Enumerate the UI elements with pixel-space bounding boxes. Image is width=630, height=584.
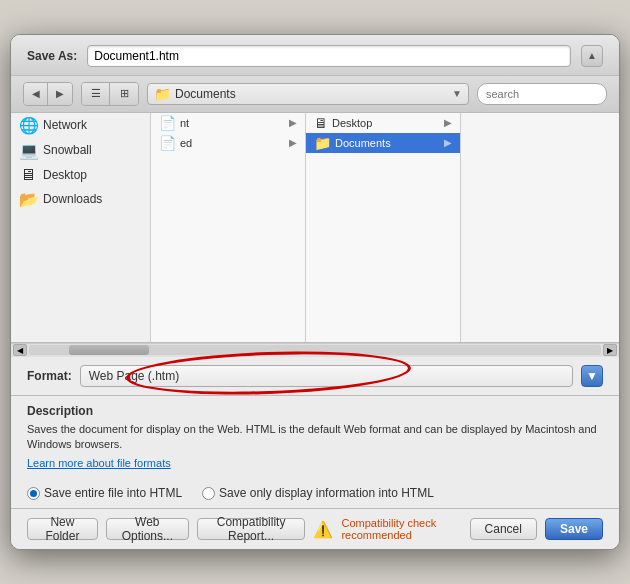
- file-icon: 📄: [159, 135, 176, 151]
- format-section: Format: Web Page (.htm) ▼: [11, 357, 619, 396]
- documents-col-icon: 📁: [314, 135, 331, 151]
- scroll-left-button[interactable]: ◀: [13, 344, 27, 356]
- downloads-icon: 📂: [19, 190, 37, 209]
- list-item[interactable]: 📄 ed ▶: [151, 133, 305, 153]
- column-2: 🖥 Desktop ▶ 📁 Documents ▶: [306, 113, 461, 342]
- file-browser: 🌐 Network 💻 Snowball 🖥 Desktop 📂 Downloa…: [11, 113, 619, 343]
- horizontal-scrollbar[interactable]: ◀ ▶: [11, 343, 619, 357]
- scroll-right-button[interactable]: ▶: [603, 344, 617, 356]
- save-as-label: Save As:: [27, 49, 77, 63]
- list-item[interactable]: 📄 nt ▶: [151, 113, 305, 133]
- location-text: Documents: [175, 87, 236, 101]
- sidebar-item-network[interactable]: 🌐 Network: [11, 113, 150, 138]
- options-row: Save entire file into HTML Save only dis…: [11, 478, 619, 508]
- new-folder-button[interactable]: New Folder: [27, 518, 98, 540]
- list-item[interactable]: 🖥 Desktop ▶: [306, 113, 460, 133]
- learn-more-link[interactable]: Learn more about file formats: [27, 457, 171, 469]
- format-dropdown-button[interactable]: ▼: [581, 365, 603, 387]
- sidebar-item-downloads[interactable]: 📂 Downloads: [11, 187, 150, 212]
- file-label: nt: [180, 117, 189, 129]
- format-row: Format: Web Page (.htm) ▼: [27, 365, 603, 387]
- compat-report-button[interactable]: Compatibility Report...: [197, 518, 306, 540]
- file-icon: 📄: [159, 115, 176, 131]
- arrow-icon: ▶: [289, 137, 297, 148]
- sidebar-label-snowball: Snowball: [43, 143, 92, 157]
- title-bar: Save As: ▲: [11, 35, 619, 76]
- arrow-icon: ▶: [444, 137, 452, 148]
- warning-icon: ⚠️: [313, 520, 333, 539]
- cancel-button[interactable]: Cancel: [470, 518, 537, 540]
- format-select[interactable]: Web Page (.htm): [80, 365, 573, 387]
- dropdown-arrow-icon: ▼: [586, 369, 598, 383]
- file-label: ed: [180, 137, 192, 149]
- sidebar-item-desktop[interactable]: 🖥 Desktop: [11, 163, 150, 187]
- scroll-thumb[interactable]: [69, 345, 149, 355]
- column-3: [461, 113, 619, 342]
- radio-option-html[interactable]: Save entire file into HTML: [27, 486, 182, 500]
- save-button[interactable]: Save: [545, 518, 603, 540]
- bottom-bar: New Folder Web Options... Compatibility …: [11, 508, 619, 549]
- sidebar-label-network: Network: [43, 118, 87, 132]
- list-view-button[interactable]: ☰: [82, 83, 110, 105]
- arrow-icon: ▶: [289, 117, 297, 128]
- expand-button[interactable]: ▲: [581, 45, 603, 67]
- nav-buttons: ◀ ▶: [23, 82, 73, 106]
- list-item-selected[interactable]: 📁 Documents ▶: [306, 133, 460, 153]
- column-view-button[interactable]: ⊞: [110, 83, 138, 105]
- description-section: Description Saves the document for displ…: [11, 396, 619, 479]
- warning-text: Compatibility check recommended: [341, 517, 453, 541]
- format-label: Format:: [27, 369, 72, 383]
- forward-button[interactable]: ▶: [48, 83, 72, 105]
- file-label: Documents: [335, 137, 391, 149]
- sidebar-item-snowball[interactable]: 💻 Snowball: [11, 138, 150, 163]
- radio-circle-html[interactable]: [27, 487, 40, 500]
- format-value: Web Page (.htm): [89, 369, 179, 383]
- radio-label-display: Save only display information into HTML: [219, 486, 434, 500]
- save-dialog: Save As: ▲ ◀ ▶ ☰ ⊞ 📁 Documents ▼ 🌐 Netwo…: [10, 34, 620, 551]
- location-bar[interactable]: 📁 Documents ▼: [147, 83, 469, 105]
- description-text: Saves the document for display on the We…: [27, 422, 603, 453]
- sidebar: 🌐 Network 💻 Snowball 🖥 Desktop 📂 Downloa…: [11, 113, 151, 342]
- column-1: 📄 nt ▶ 📄 ed ▶: [151, 113, 306, 342]
- location-icon: 📁: [154, 86, 171, 102]
- radio-circle-display[interactable]: [202, 487, 215, 500]
- network-icon: 🌐: [19, 116, 37, 135]
- filename-input[interactable]: [87, 45, 571, 67]
- location-arrow: ▼: [452, 88, 462, 99]
- view-buttons: ☰ ⊞: [81, 82, 139, 106]
- arrow-icon: ▶: [444, 117, 452, 128]
- file-label: Desktop: [332, 117, 372, 129]
- web-options-button[interactable]: Web Options...: [106, 518, 189, 540]
- back-button[interactable]: ◀: [24, 83, 48, 105]
- sidebar-label-downloads: Downloads: [43, 192, 102, 206]
- sidebar-label-desktop: Desktop: [43, 168, 87, 182]
- scroll-track[interactable]: [29, 345, 601, 355]
- toolbar: ◀ ▶ ☰ ⊞ 📁 Documents ▼: [11, 76, 619, 113]
- desktop-icon: 🖥: [19, 166, 37, 184]
- radio-option-display[interactable]: Save only display information into HTML: [202, 486, 434, 500]
- description-title: Description: [27, 404, 603, 418]
- radio-label-html: Save entire file into HTML: [44, 486, 182, 500]
- desktop-col-icon: 🖥: [314, 115, 328, 131]
- snowball-icon: 💻: [19, 141, 37, 160]
- search-input[interactable]: [477, 83, 607, 105]
